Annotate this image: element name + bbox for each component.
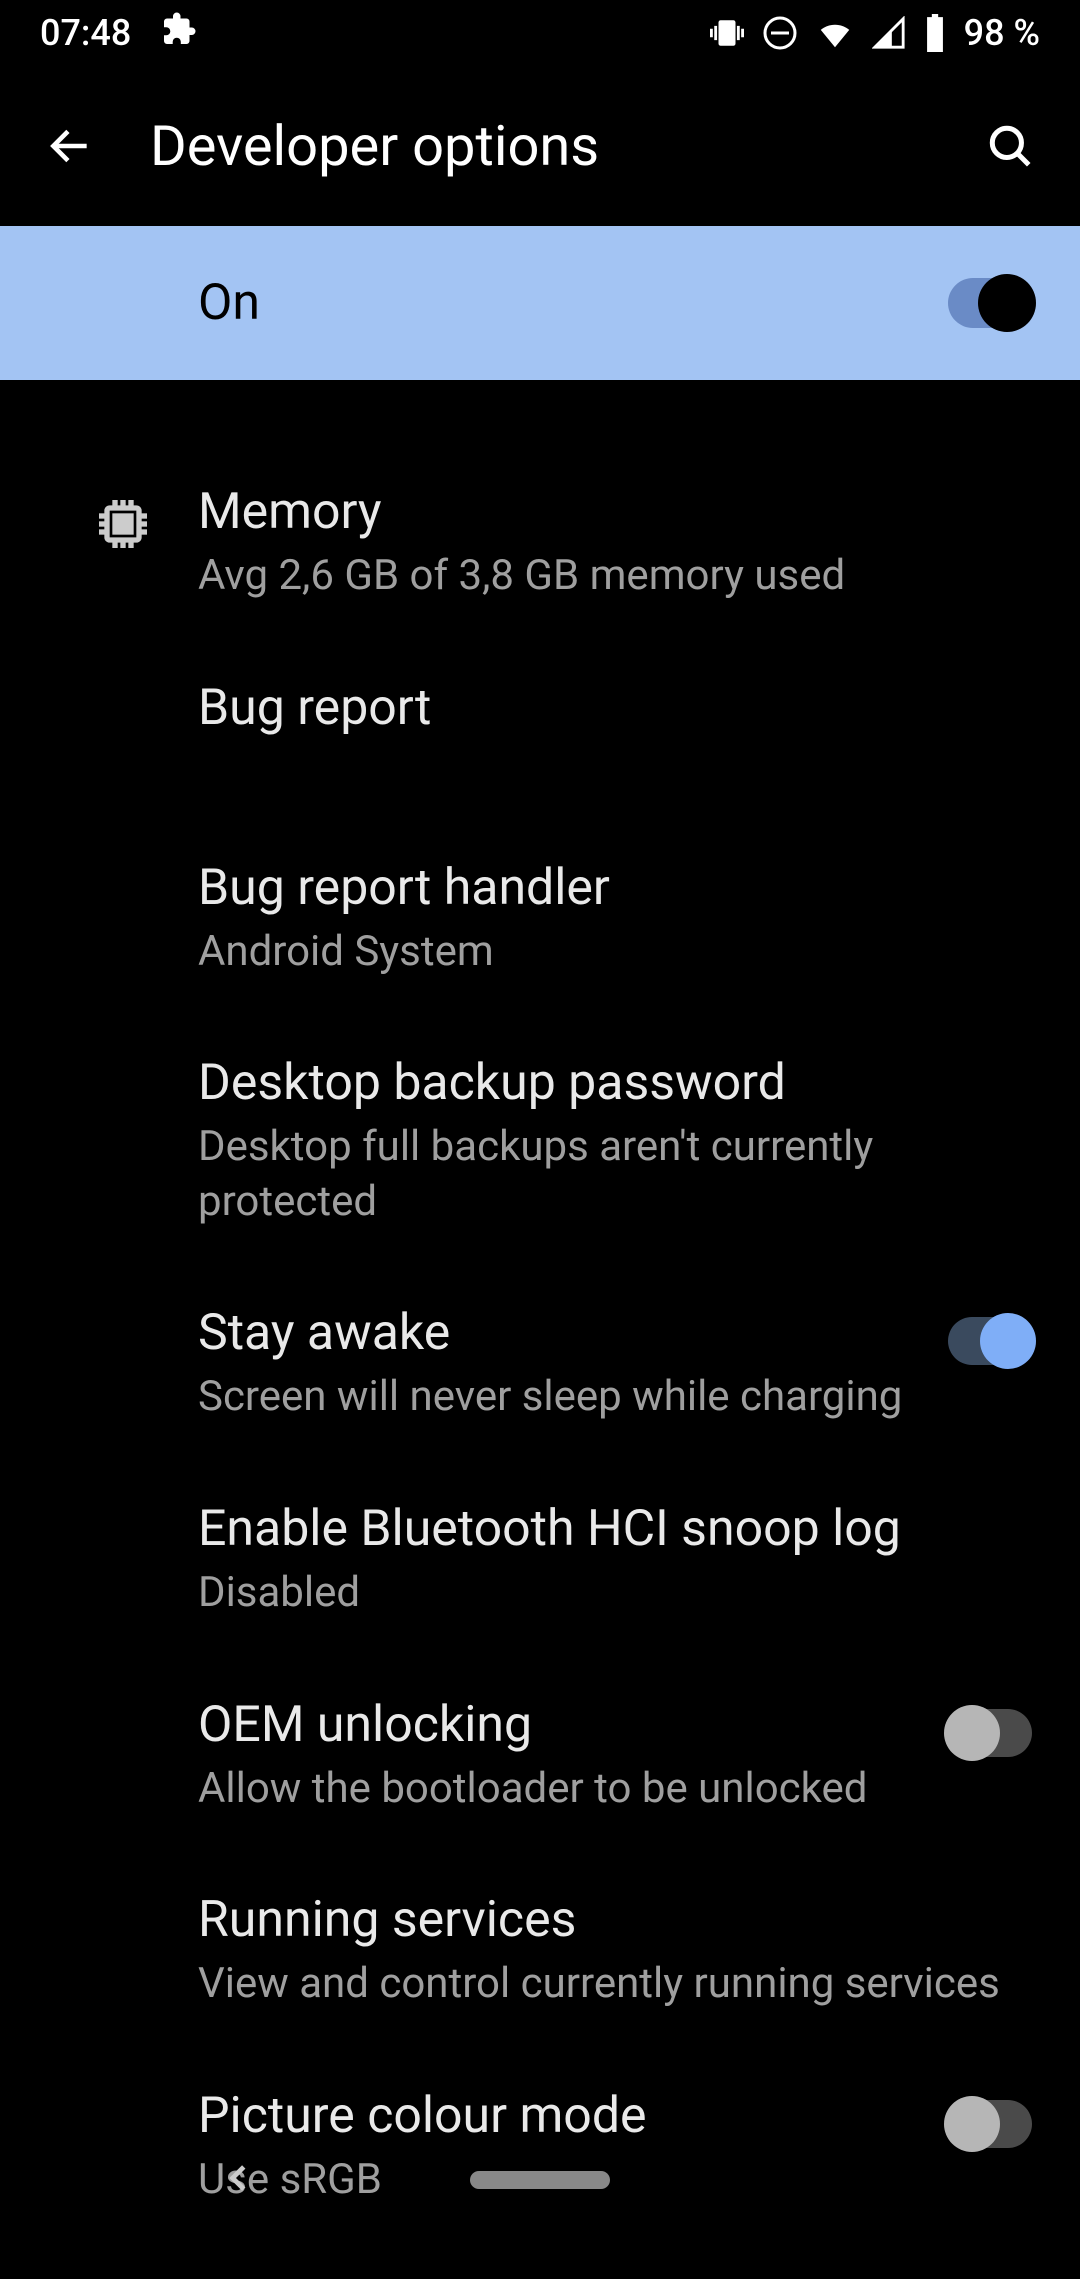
battery-percent: 98 %: [964, 12, 1040, 54]
row-memory[interactable]: Memory Avg 2,6 GB of 3,8 GB memory used: [0, 480, 1080, 676]
puzzle-icon: [161, 11, 197, 56]
row-title: Stay awake: [198, 1301, 928, 1366]
row-subtitle: Disabled: [198, 1566, 1032, 1621]
wifi-icon: [816, 14, 854, 52]
row-title: OEM unlocking: [198, 1693, 928, 1758]
row-running-services[interactable]: Running services View and control curren…: [0, 1888, 1080, 2084]
row-oem-unlocking[interactable]: OEM unlocking Allow the bootloader to be…: [0, 1693, 1080, 1889]
row-title: Enable Bluetooth HCI snoop log: [198, 1497, 1032, 1562]
navigation-bar: [0, 2140, 1080, 2220]
oem-unlocking-switch[interactable]: [948, 1709, 1032, 1757]
status-time: 07:48: [40, 12, 131, 54]
signal-icon: [872, 16, 906, 50]
row-subtitle: View and control currently running servi…: [198, 1957, 1032, 2012]
nav-back-button[interactable]: [220, 2159, 258, 2201]
settings-list: Memory Avg 2,6 GB of 3,8 GB memory used …: [0, 380, 1080, 2279]
row-title: Bug report: [198, 676, 1032, 741]
row-subtitle: Allow the bootloader to be unlocked: [198, 1762, 928, 1817]
row-subtitle: Desktop full backups aren't currently pr…: [198, 1120, 1032, 1229]
stay-awake-switch[interactable]: [948, 1317, 1032, 1365]
master-toggle-label: On: [198, 274, 260, 332]
chip-icon: [91, 492, 155, 676]
app-bar: Developer options: [0, 66, 1080, 226]
row-subtitle: Avg 2,6 GB of 3,8 GB memory used: [198, 549, 1032, 604]
row-stay-awake[interactable]: Stay awake Screen will never sleep while…: [0, 1301, 1080, 1497]
master-switch[interactable]: [948, 278, 1032, 328]
vibrate-icon: [710, 16, 744, 50]
dnd-icon: [762, 15, 798, 51]
row-title: Desktop backup password: [198, 1051, 1032, 1116]
row-desktop-backup-password[interactable]: Desktop backup password Desktop full bac…: [0, 1051, 1080, 1301]
row-title: Running services: [198, 1888, 1032, 1953]
row-title: Memory: [198, 480, 1032, 545]
row-title: Picture colour mode: [198, 2084, 928, 2149]
row-subtitle: Android System: [198, 925, 1032, 980]
row-bug-report-handler[interactable]: Bug report handler Android System: [0, 856, 1080, 1052]
search-button[interactable]: [980, 116, 1040, 176]
row-subtitle: Screen will never sleep while charging: [198, 1370, 928, 1425]
row-bluetooth-hci-snoop[interactable]: Enable Bluetooth HCI snoop log Disabled: [0, 1497, 1080, 1693]
row-title: Bug report handler: [198, 856, 1032, 921]
status-bar: 07:48 98 %: [0, 0, 1080, 66]
row-bug-report[interactable]: Bug report: [0, 676, 1080, 856]
page-title: Developer options: [150, 113, 599, 179]
nav-home-pill[interactable]: [470, 2171, 610, 2189]
battery-icon: [924, 14, 946, 52]
back-button[interactable]: [40, 116, 100, 176]
master-toggle-row[interactable]: On: [0, 226, 1080, 380]
